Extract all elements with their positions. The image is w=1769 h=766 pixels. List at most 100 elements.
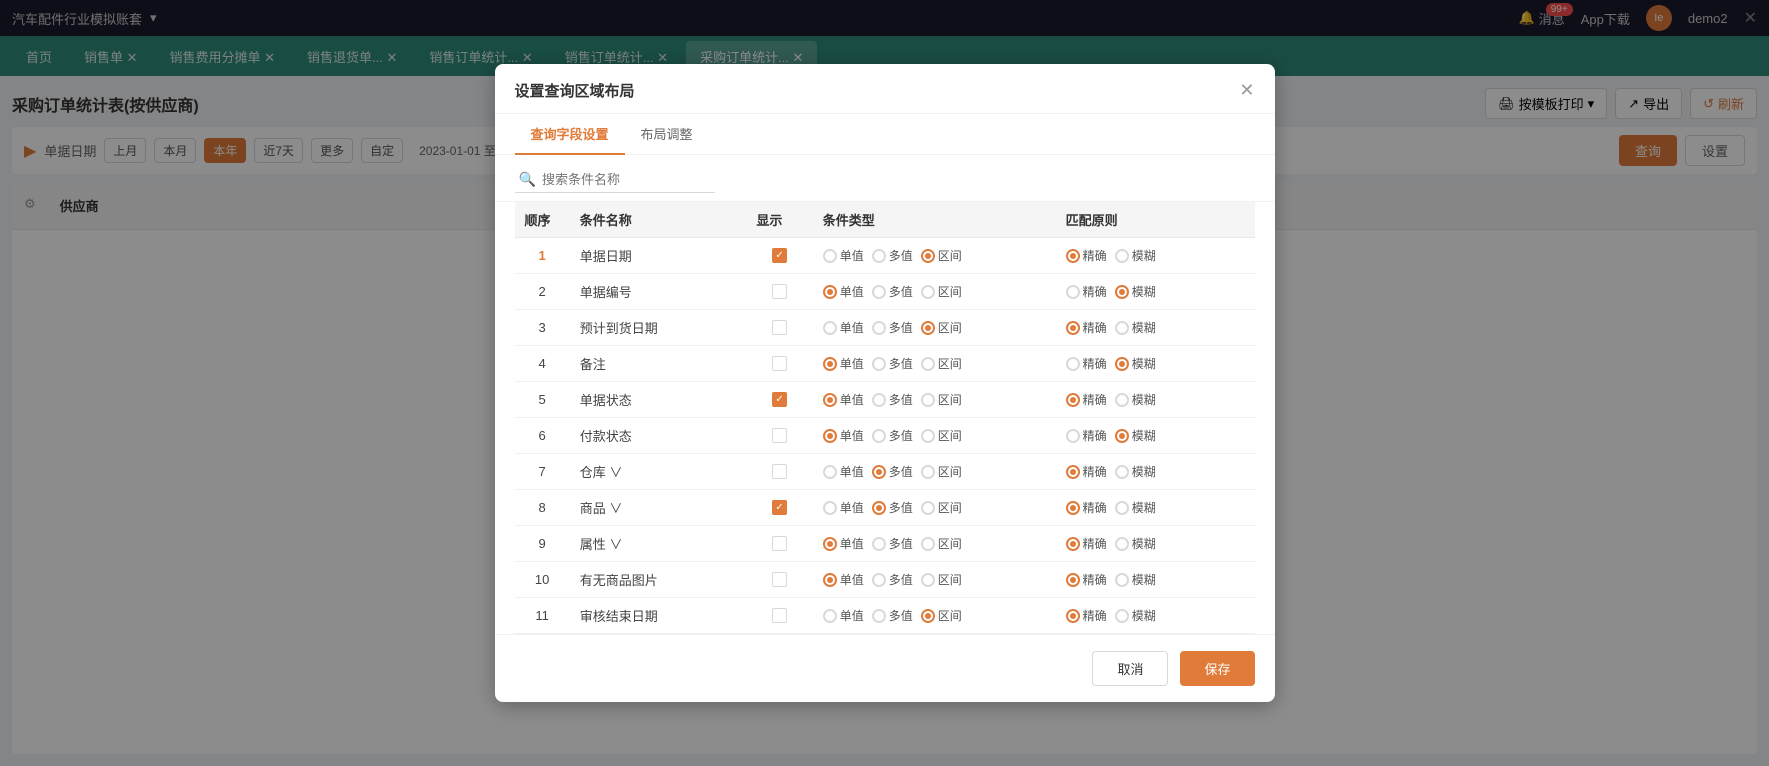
radio-label: 单值 xyxy=(840,355,864,372)
type-radio-option[interactable]: 多值 xyxy=(872,535,913,552)
match-radio-option[interactable]: 模糊 xyxy=(1115,283,1156,300)
type-radio-option[interactable]: 多值 xyxy=(872,607,913,624)
type-radio-option[interactable]: 区间 xyxy=(921,535,962,552)
type-radio-option[interactable]: 区间 xyxy=(921,319,962,336)
type-radio-option[interactable]: 多值 xyxy=(872,427,913,444)
type-radio-option[interactable]: 区间 xyxy=(921,427,962,444)
show-checkbox[interactable] xyxy=(772,572,787,587)
type-radio-option[interactable]: 单值 xyxy=(823,427,864,444)
search-input[interactable] xyxy=(542,172,712,187)
table-row: 8商品 ∨单值多值区间精确模糊 xyxy=(515,490,1255,526)
match-radio-option[interactable]: 模糊 xyxy=(1115,463,1156,480)
show-checkbox[interactable] xyxy=(772,248,787,263)
radio-label: 单值 xyxy=(840,463,864,480)
modal-tab-query-fields[interactable]: 查询字段设置 xyxy=(515,114,625,155)
match-radio-option[interactable]: 模糊 xyxy=(1115,319,1156,336)
type-radio-option[interactable]: 区间 xyxy=(921,571,962,588)
type-radio-option[interactable]: 单值 xyxy=(823,571,864,588)
type-radio-option[interactable]: 区间 xyxy=(921,607,962,624)
row-name-cell: 属性 ∨ xyxy=(570,526,747,562)
radio-label: 模糊 xyxy=(1132,571,1156,588)
show-checkbox[interactable] xyxy=(772,500,787,515)
type-radio-option[interactable]: 单值 xyxy=(823,319,864,336)
radio-circle xyxy=(921,573,935,587)
type-radio-option[interactable]: 单值 xyxy=(823,247,864,264)
match-radio-option[interactable]: 精确 xyxy=(1066,571,1107,588)
type-radio-option[interactable]: 单值 xyxy=(823,535,864,552)
radio-circle xyxy=(872,357,886,371)
show-checkbox[interactable] xyxy=(772,608,787,623)
col-match-header: 匹配原则 xyxy=(1056,202,1255,238)
modal-close-button[interactable]: ✕ xyxy=(1239,80,1254,101)
type-radio-option[interactable]: 区间 xyxy=(921,355,962,372)
type-radio-option[interactable]: 多值 xyxy=(872,247,913,264)
type-radio-option[interactable]: 单值 xyxy=(823,499,864,516)
match-radio-option[interactable]: 模糊 xyxy=(1115,391,1156,408)
type-radio-option[interactable]: 多值 xyxy=(872,499,913,516)
match-radio-option[interactable]: 模糊 xyxy=(1115,535,1156,552)
show-checkbox[interactable] xyxy=(772,356,787,371)
type-radio-option[interactable]: 区间 xyxy=(921,391,962,408)
type-radio-option[interactable]: 多值 xyxy=(872,283,913,300)
radio-circle xyxy=(1066,249,1080,263)
table-row: 4备注单值多值区间精确模糊 xyxy=(515,346,1255,382)
show-checkbox[interactable] xyxy=(772,392,787,407)
row-match-cell: 精确模糊 xyxy=(1056,454,1255,490)
type-radio-option[interactable]: 单值 xyxy=(823,607,864,624)
radio-circle xyxy=(1066,429,1080,443)
row-order-number: 6 xyxy=(538,428,545,443)
match-radio-option[interactable]: 精确 xyxy=(1066,283,1107,300)
type-radio-option[interactable]: 区间 xyxy=(921,247,962,264)
show-checkbox[interactable] xyxy=(772,284,787,299)
radio-circle xyxy=(872,501,886,515)
match-radio-option[interactable]: 精确 xyxy=(1066,427,1107,444)
match-radio-option[interactable]: 精确 xyxy=(1066,355,1107,372)
match-radio-option[interactable]: 模糊 xyxy=(1115,247,1156,264)
table-header-row: 顺序 条件名称 显示 条件类型 匹配原则 xyxy=(515,202,1255,238)
show-checkbox[interactable] xyxy=(772,320,787,335)
match-radio-option[interactable]: 模糊 xyxy=(1115,571,1156,588)
match-radio-option[interactable]: 精确 xyxy=(1066,391,1107,408)
radio-label: 精确 xyxy=(1083,427,1107,444)
match-radio-option[interactable]: 精确 xyxy=(1066,499,1107,516)
modal-tab-layout[interactable]: 布局调整 xyxy=(625,114,709,155)
type-radio-option[interactable]: 多值 xyxy=(872,463,913,480)
match-radio-option[interactable]: 精确 xyxy=(1066,463,1107,480)
table-row: 3预计到货日期单值多值区间精确模糊 xyxy=(515,310,1255,346)
radio-circle xyxy=(1066,573,1080,587)
radio-label: 多值 xyxy=(889,463,913,480)
match-radio-option[interactable]: 精确 xyxy=(1066,535,1107,552)
radio-label: 模糊 xyxy=(1132,247,1156,264)
show-checkbox[interactable] xyxy=(772,536,787,551)
type-radio-option[interactable]: 区间 xyxy=(921,463,962,480)
row-show-cell xyxy=(746,418,812,454)
match-radio-option[interactable]: 精确 xyxy=(1066,319,1107,336)
col-type-header: 条件类型 xyxy=(813,202,1056,238)
type-radio-option[interactable]: 单值 xyxy=(823,283,864,300)
type-radio-option[interactable]: 单值 xyxy=(823,355,864,372)
radio-circle xyxy=(823,249,837,263)
type-radio-option[interactable]: 多值 xyxy=(872,319,913,336)
show-checkbox[interactable] xyxy=(772,428,787,443)
type-radio-option[interactable]: 区间 xyxy=(921,283,962,300)
type-radio-option[interactable]: 多值 xyxy=(872,391,913,408)
radio-circle xyxy=(872,249,886,263)
match-radio-option[interactable]: 模糊 xyxy=(1115,427,1156,444)
match-radio-option[interactable]: 精确 xyxy=(1066,607,1107,624)
type-radio-option[interactable]: 多值 xyxy=(872,571,913,588)
cancel-button[interactable]: 取消 xyxy=(1092,651,1168,686)
row-name-cell: 单据状态 xyxy=(570,382,747,418)
show-checkbox[interactable] xyxy=(772,464,787,479)
match-radio-option[interactable]: 模糊 xyxy=(1115,607,1156,624)
type-radio-option[interactable]: 单值 xyxy=(823,391,864,408)
match-radio-option[interactable]: 精确 xyxy=(1066,247,1107,264)
type-radio-option[interactable]: 区间 xyxy=(921,499,962,516)
type-radio-option[interactable]: 多值 xyxy=(872,355,913,372)
type-radio-option[interactable]: 单值 xyxy=(823,463,864,480)
row-match-cell: 精确模糊 xyxy=(1056,274,1255,310)
match-radio-option[interactable]: 模糊 xyxy=(1115,499,1156,516)
radio-label: 多值 xyxy=(889,499,913,516)
match-radio-option[interactable]: 模糊 xyxy=(1115,355,1156,372)
save-button[interactable]: 保存 xyxy=(1180,651,1254,686)
radio-label: 多值 xyxy=(889,535,913,552)
